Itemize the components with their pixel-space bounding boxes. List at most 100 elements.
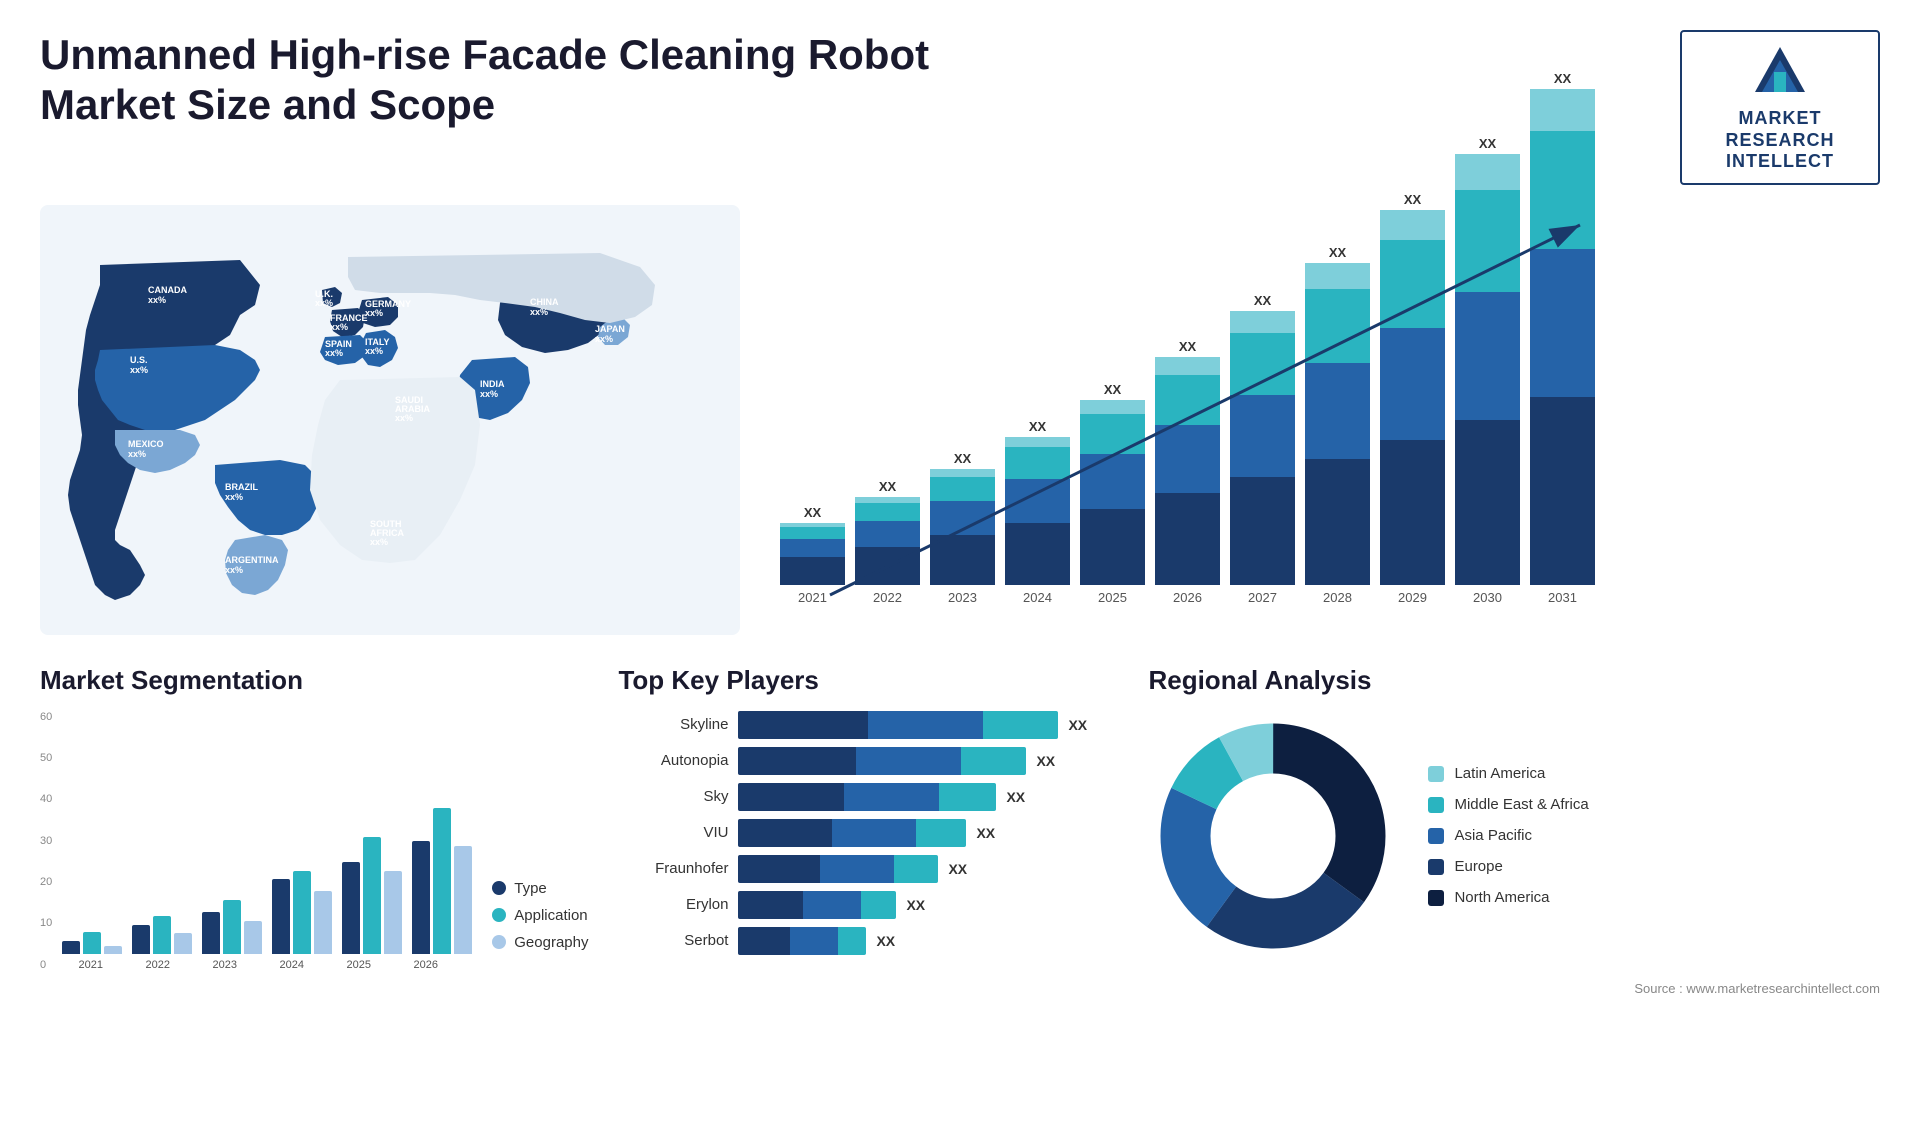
seg-x-2022: 2022 bbox=[129, 959, 186, 971]
player-bar-skyline bbox=[738, 711, 1058, 739]
bar-x-axis: 2021 2022 2023 2024 2025 2026 2027 2028 … bbox=[770, 585, 1880, 605]
player-xx-erylon: XX bbox=[906, 897, 925, 913]
seg-x-2025: 2025 bbox=[330, 959, 387, 971]
bar-val-2021: XX bbox=[804, 505, 821, 520]
legend-label-type: Type bbox=[514, 880, 547, 897]
player-xx-skyline: XX bbox=[1068, 717, 1087, 733]
label-france-val: xx% bbox=[330, 322, 348, 332]
player-row-sky: Sky XX bbox=[618, 783, 1118, 811]
label-mexico: MEXICO bbox=[128, 439, 164, 449]
x-label-2027: 2027 bbox=[1230, 590, 1295, 605]
seg-bar-app-2023 bbox=[223, 900, 241, 954]
seg-bars-and-labels: 2021 2022 2023 2024 2025 2026 bbox=[62, 694, 472, 971]
seg-bar-app-2025 bbox=[363, 837, 381, 954]
logo-text: MARKETRESEARCHINTELLECT bbox=[1725, 108, 1834, 173]
page-container: Unmanned High-rise Facade Cleaning Robot… bbox=[0, 0, 1920, 1146]
seg-bar-geo-2022 bbox=[174, 933, 192, 954]
seg-x-2024: 2024 bbox=[263, 959, 320, 971]
donut-area: Latin America Middle East & Africa Asia … bbox=[1148, 711, 1880, 961]
legend-label-middle-east: Middle East & Africa bbox=[1454, 796, 1588, 813]
bar-2021: XX bbox=[780, 505, 845, 585]
donut-chart bbox=[1148, 711, 1398, 961]
player-name-viu: VIU bbox=[618, 824, 728, 841]
page-title: Unmanned High-rise Facade Cleaning Robot… bbox=[40, 30, 940, 131]
header: Unmanned High-rise Facade Cleaning Robot… bbox=[40, 30, 1880, 185]
label-canada: CANADA bbox=[148, 285, 187, 295]
label-india-val: xx% bbox=[480, 389, 498, 399]
seg-group-2023 bbox=[202, 900, 262, 954]
player-bar-sky bbox=[738, 783, 996, 811]
label-india: INDIA bbox=[480, 379, 505, 389]
x-label-2028: 2028 bbox=[1305, 590, 1370, 605]
bar-val-2023: XX bbox=[954, 451, 971, 466]
label-argentina-val: xx% bbox=[225, 565, 243, 575]
label-argentina: ARGENTINA bbox=[225, 555, 279, 565]
bar-val-2025: XX bbox=[1104, 382, 1121, 397]
x-label-2029: 2029 bbox=[1380, 590, 1445, 605]
legend-dot-geo bbox=[492, 935, 506, 949]
player-row-fraunhofer: Fraunhofer XX bbox=[618, 855, 1118, 883]
legend-label-europe: Europe bbox=[1454, 858, 1502, 875]
x-label-2025: 2025 bbox=[1080, 590, 1145, 605]
bar-2025: XX bbox=[1080, 382, 1145, 585]
seg-bar-geo-2024 bbox=[314, 891, 332, 954]
player-bar-container-erylon: XX bbox=[738, 891, 1118, 919]
player-name-sky: Sky bbox=[618, 788, 728, 805]
label-germany-val: xx% bbox=[365, 308, 383, 318]
label-uk-val: xx% bbox=[315, 298, 333, 308]
player-row-viu: VIU XX bbox=[618, 819, 1118, 847]
legend-dot-app bbox=[492, 908, 506, 922]
logo-icon bbox=[1750, 42, 1810, 102]
key-players-section: Top Key Players Skyline XX bbox=[618, 665, 1118, 1005]
seg-x-2026: 2026 bbox=[397, 959, 454, 971]
legend-latin-america: Latin America bbox=[1428, 765, 1588, 782]
seg-group-2026 bbox=[412, 808, 472, 954]
x-label-2024: 2024 bbox=[1005, 590, 1070, 605]
legend-label-latin-america: Latin America bbox=[1454, 765, 1545, 782]
bar-2027: XX bbox=[1230, 293, 1295, 585]
label-mexico-val: xx% bbox=[128, 449, 146, 459]
source-text: Source : www.marketresearchintellect.com bbox=[1148, 981, 1880, 996]
world-map-svg: CANADA xx% U.S. xx% MEXICO xx% BRAZIL xx… bbox=[40, 205, 740, 635]
seg-group-2021 bbox=[62, 932, 122, 954]
seg-group-2022 bbox=[132, 916, 192, 954]
legend-label-asia-pacific: Asia Pacific bbox=[1454, 827, 1532, 844]
bar-val-2029: XX bbox=[1404, 192, 1421, 207]
seg-bar-geo-2025 bbox=[384, 871, 402, 954]
seg-bar-type-2021 bbox=[62, 941, 80, 954]
key-players-title: Top Key Players bbox=[618, 665, 1118, 696]
bar-2022: XX bbox=[855, 479, 920, 585]
players-list: Skyline XX Autonopia bbox=[618, 711, 1118, 955]
label-spain-val: xx% bbox=[325, 348, 343, 358]
bar-val-2026: XX bbox=[1179, 339, 1196, 354]
player-bar-container-skyline: XX bbox=[738, 711, 1118, 739]
seg-group-2024 bbox=[272, 871, 332, 954]
seg-bar-type-2022 bbox=[132, 925, 150, 954]
legend-label-north-america: North America bbox=[1454, 889, 1549, 906]
bar-2031: XX bbox=[1530, 71, 1595, 585]
player-row-autonopia: Autonopia XX bbox=[618, 747, 1118, 775]
player-bar-container-sky: XX bbox=[738, 783, 1118, 811]
label-japan-val: xx% bbox=[595, 334, 613, 344]
bar-2028: XX bbox=[1305, 245, 1370, 585]
map-container: CANADA xx% U.S. xx% MEXICO xx% BRAZIL xx… bbox=[40, 205, 740, 635]
legend-dot-middle-east bbox=[1428, 797, 1444, 813]
bar-2030: XX bbox=[1455, 136, 1520, 585]
legend-middle-east: Middle East & Africa bbox=[1428, 796, 1588, 813]
legend-label-geo: Geography bbox=[514, 934, 588, 951]
donut-svg bbox=[1148, 711, 1398, 961]
player-xx-sky: XX bbox=[1006, 789, 1025, 805]
bar-val-2027: XX bbox=[1254, 293, 1271, 308]
legend-app: Application bbox=[492, 907, 588, 924]
label-saudi-val: xx% bbox=[395, 413, 413, 423]
bar-2029: XX bbox=[1380, 192, 1445, 585]
legend-dot-north-america bbox=[1428, 890, 1444, 906]
player-xx-viu: XX bbox=[976, 825, 995, 841]
legend-dot-latin-america bbox=[1428, 766, 1444, 782]
seg-bar-type-2025 bbox=[342, 862, 360, 954]
seg-bar-type-2026 bbox=[412, 841, 430, 954]
player-name-fraunhofer: Fraunhofer bbox=[618, 860, 728, 877]
x-label-2021: 2021 bbox=[780, 590, 845, 605]
seg-chart-area: 0 10 20 30 40 50 60 bbox=[40, 711, 588, 971]
seg-bar-geo-2021 bbox=[104, 946, 122, 954]
